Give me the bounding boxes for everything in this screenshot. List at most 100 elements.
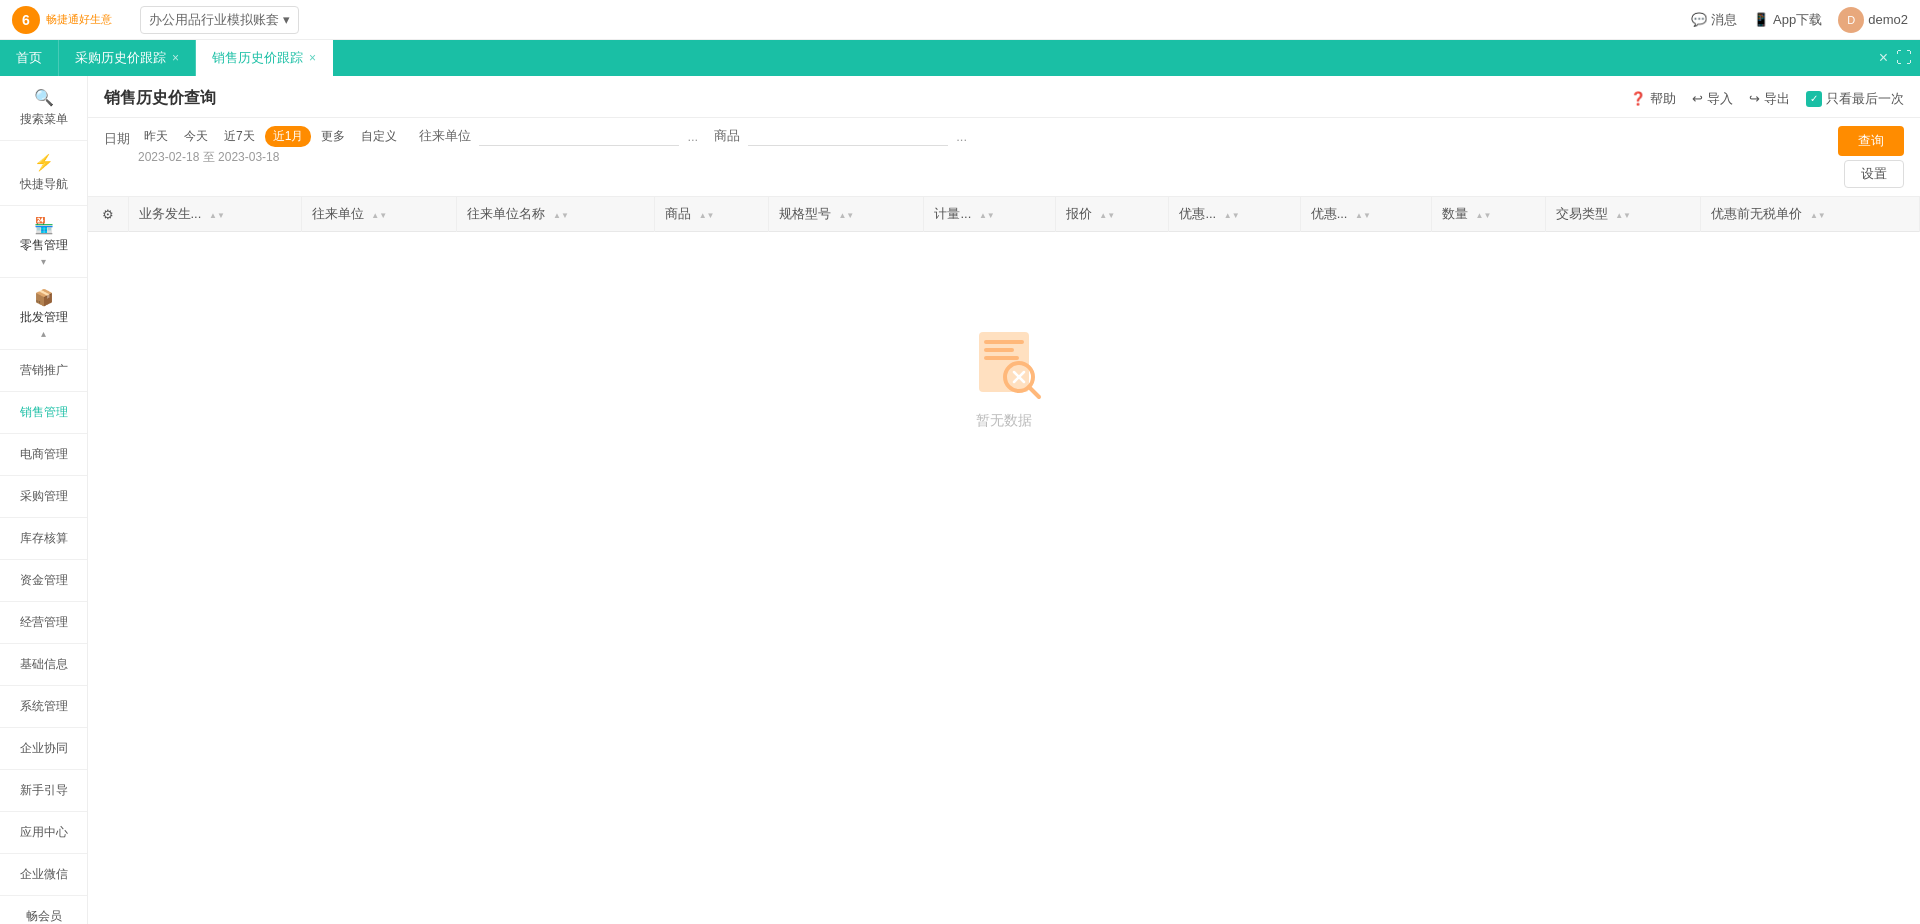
partner-filter-group: 往来单位 ... xyxy=(419,126,698,146)
main-layout: 🔍 搜索菜单 ⚡ 快捷导航 🏪 零售管理 ▾ 📦 批发管理 ▴ 营销推广 销售管… xyxy=(0,76,1920,924)
tab-purchase-history[interactable]: 采购历史价跟踪 × xyxy=(59,40,196,76)
sidebar-item-marketing[interactable]: 营销推广 xyxy=(0,350,87,392)
partner-input[interactable] xyxy=(479,126,679,146)
sidebar-item-enterprise[interactable]: 企业协同 xyxy=(0,728,87,770)
date-btn-custom[interactable]: 自定义 xyxy=(355,126,403,147)
sidebar-item-finance[interactable]: 资金管理 xyxy=(0,560,87,602)
col-partner-name[interactable]: 往来单位名称 ▲▼ xyxy=(457,197,655,232)
sort-icon-product: ▲▼ xyxy=(699,211,715,220)
sidebar-item-system-label: 系统管理 xyxy=(20,698,68,715)
sort-icon-quantity: ▲▼ xyxy=(1475,211,1491,220)
sidebar-item-search[interactable]: 🔍 搜索菜单 xyxy=(0,76,87,141)
col-spec[interactable]: 规格型号 ▲▼ xyxy=(768,197,924,232)
tab-bar-actions: × ⛶ xyxy=(1879,49,1920,67)
col-biz-date[interactable]: 业务发生... ▲▼ xyxy=(128,197,301,232)
sidebar-item-appstore[interactable]: 应用中心 xyxy=(0,812,87,854)
app-download-button[interactable]: 📱 App下载 xyxy=(1753,11,1822,29)
sidebar: 🔍 搜索菜单 ⚡ 快捷导航 🏪 零售管理 ▾ 📦 批发管理 ▴ 营销推广 销售管… xyxy=(0,76,88,924)
sidebar-item-wholesale-label: 批发管理 xyxy=(20,309,68,326)
fullscreen-button[interactable]: ⛶ xyxy=(1896,49,1912,67)
logo-area: 6 畅捷通好生意 xyxy=(12,6,112,34)
page-title: 销售历史价查询 xyxy=(104,88,216,109)
date-range-display: 2023-02-18 至 2023-03-18 xyxy=(138,149,403,166)
sidebar-item-inventory[interactable]: 库存核算 xyxy=(0,518,87,560)
sidebar-item-shortcut[interactable]: ⚡ 快捷导航 xyxy=(0,141,87,206)
col-settings[interactable]: ⚙ xyxy=(88,197,128,232)
sidebar-item-system[interactable]: 系统管理 xyxy=(0,686,87,728)
avatar: D xyxy=(1838,7,1864,33)
sidebar-item-wechat-label: 企业微信 xyxy=(20,866,68,883)
page-actions: ❓ 帮助 ↩ 导入 ↪ 导出 ✓ 只看最后一次 xyxy=(1630,90,1904,108)
col-trade-type[interactable]: 交易类型 ▲▼ xyxy=(1545,197,1701,232)
date-btn-1month[interactable]: 近1月 xyxy=(265,126,312,147)
sort-icon-biz-date: ▲▼ xyxy=(209,211,225,220)
sidebar-item-retail[interactable]: 🏪 零售管理 ▾ xyxy=(0,206,87,278)
sidebar-item-member[interactable]: 畅会员 xyxy=(0,896,87,924)
close-all-tabs-button[interactable]: × xyxy=(1879,49,1888,67)
help-button[interactable]: ❓ 帮助 xyxy=(1630,90,1676,108)
app-selector[interactable]: 办公用品行业模拟账套 ▾ xyxy=(140,6,299,34)
sidebar-item-basic-label: 基础信息 xyxy=(20,656,68,673)
top-header: 6 畅捷通好生意 办公用品行业模拟账套 ▾ 💬 消息 📱 App下载 D dem… xyxy=(0,0,1920,40)
query-button[interactable]: 查询 xyxy=(1838,126,1904,156)
sidebar-item-ecommerce-label: 电商管理 xyxy=(20,446,68,463)
product-filter-label: 商品 xyxy=(714,127,740,145)
import-button[interactable]: ↩ 导入 xyxy=(1692,90,1733,108)
tab-home-label: 首页 xyxy=(16,49,42,67)
svg-rect-3 xyxy=(984,356,1019,360)
header-right: 💬 消息 📱 App下载 D demo2 xyxy=(1691,7,1908,33)
sidebar-item-purchase-label: 采购管理 xyxy=(20,488,68,505)
col-unit[interactable]: 计量... ▲▼ xyxy=(924,197,1055,232)
partner-filter-label: 往来单位 xyxy=(419,127,471,145)
sidebar-item-guide[interactable]: 新手引导 xyxy=(0,770,87,812)
col-product[interactable]: 商品 ▲▼ xyxy=(655,197,769,232)
setting-button[interactable]: 设置 xyxy=(1844,160,1904,188)
date-btn-today[interactable]: 今天 xyxy=(178,126,214,147)
product-filter-group: 商品 ... xyxy=(714,126,967,146)
message-icon: 💬 xyxy=(1691,12,1707,27)
sort-icon-pretax-price: ▲▼ xyxy=(1810,211,1826,220)
col-discount1[interactable]: 优惠... ▲▼ xyxy=(1169,197,1300,232)
col-discount2[interactable]: 优惠... ▲▼ xyxy=(1300,197,1431,232)
sort-icon-unit: ▲▼ xyxy=(979,211,995,220)
col-quantity[interactable]: 数量 ▲▼ xyxy=(1431,197,1545,232)
wholesale-expand-icon: ▴ xyxy=(41,328,46,339)
export-icon: ↪ xyxy=(1749,91,1760,106)
only-last-checkbox[interactable]: ✓ 只看最后一次 xyxy=(1806,90,1904,108)
sidebar-item-wechat[interactable]: 企业微信 xyxy=(0,854,87,896)
date-btn-more[interactable]: 更多 xyxy=(315,126,351,147)
data-table: ⚙ 业务发生... ▲▼ 往来单位 ▲▼ 往来单位名称 ▲▼ xyxy=(88,197,1920,232)
tab-purchase-label: 采购历史价跟踪 xyxy=(75,49,166,67)
sidebar-item-marketing-label: 营销推广 xyxy=(20,362,68,379)
export-button[interactable]: ↪ 导出 xyxy=(1749,90,1790,108)
tab-sales-history[interactable]: 销售历史价跟踪 × xyxy=(196,40,333,76)
sidebar-item-operations[interactable]: 经营管理 xyxy=(0,602,87,644)
sidebar-item-retail-label: 零售管理 xyxy=(20,237,68,254)
date-btn-yesterday[interactable]: 昨天 xyxy=(138,126,174,147)
tab-purchase-close[interactable]: × xyxy=(172,52,179,64)
product-input[interactable] xyxy=(748,126,948,146)
col-partner-code[interactable]: 往来单位 ▲▼ xyxy=(301,197,457,232)
col-pretax-price[interactable]: 优惠前无税单价 ▲▼ xyxy=(1701,197,1920,232)
sidebar-item-ecommerce[interactable]: 电商管理 xyxy=(0,434,87,476)
message-button[interactable]: 💬 消息 xyxy=(1691,11,1737,29)
empty-text: 暂无数据 xyxy=(976,412,1032,430)
sidebar-item-sales[interactable]: 销售管理 xyxy=(0,392,87,434)
sidebar-item-purchase[interactable]: 采购管理 xyxy=(0,476,87,518)
user-menu-button[interactable]: D demo2 xyxy=(1838,7,1908,33)
svg-rect-1 xyxy=(984,340,1024,344)
import-icon: ↩ xyxy=(1692,91,1703,106)
app-name-label: 办公用品行业模拟账套 xyxy=(149,11,279,29)
sidebar-item-wholesale[interactable]: 📦 批发管理 ▴ xyxy=(0,278,87,350)
col-price[interactable]: 报价 ▲▼ xyxy=(1055,197,1169,232)
date-btn-7days[interactable]: 近7天 xyxy=(218,126,261,147)
content-area: 销售历史价查询 ❓ 帮助 ↩ 导入 ↪ 导出 ✓ 只看最后一次 xyxy=(88,76,1920,924)
tab-home[interactable]: 首页 xyxy=(0,40,59,76)
sidebar-item-operations-label: 经营管理 xyxy=(20,614,68,631)
tab-sales-close[interactable]: × xyxy=(309,52,316,64)
date-buttons: 昨天 今天 近7天 近1月 更多 自定义 2023-02-18 至 2023-0… xyxy=(138,126,403,166)
logo-icon: 6 xyxy=(12,6,40,34)
partner-dots: ... xyxy=(687,129,698,144)
sidebar-item-appstore-label: 应用中心 xyxy=(20,824,68,841)
sidebar-item-basic[interactable]: 基础信息 xyxy=(0,644,87,686)
